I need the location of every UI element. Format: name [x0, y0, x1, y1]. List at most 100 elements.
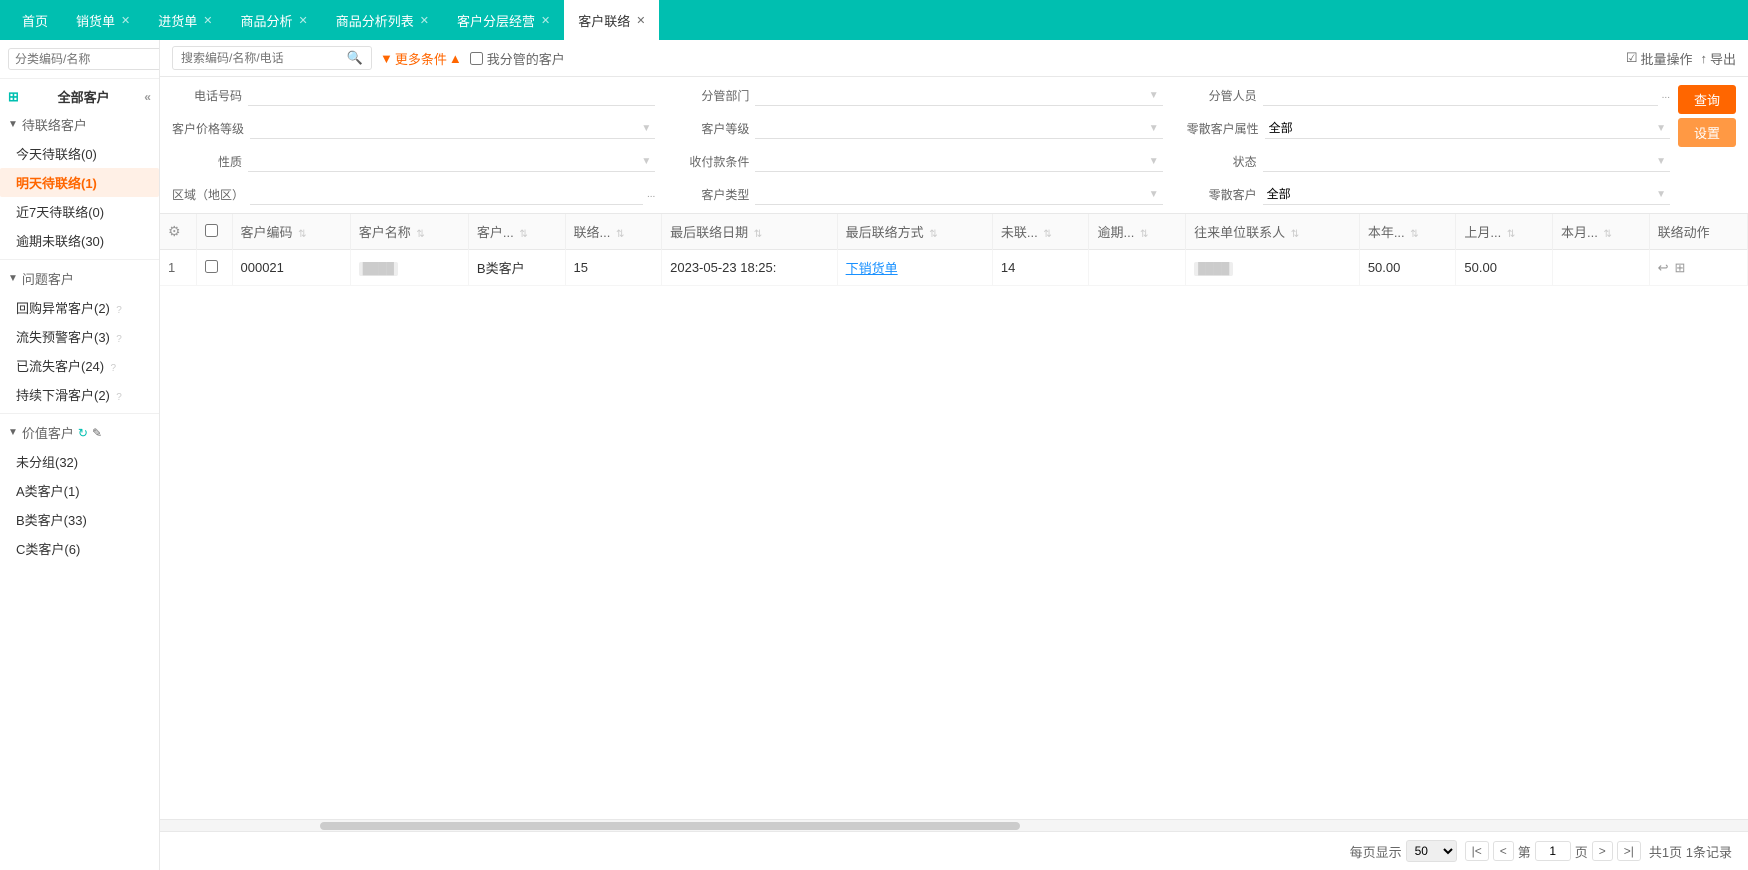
- action-icon-1[interactable]: ↩: [1658, 260, 1669, 276]
- nav-customer-contact[interactable]: 客户联络 ✕: [564, 0, 659, 40]
- pending-contact-group[interactable]: ▼ 待联络客户: [0, 110, 159, 139]
- sort-icon-last-month[interactable]: ⇅: [1507, 229, 1515, 240]
- last-page-btn[interactable]: >|: [1617, 841, 1641, 861]
- row-num: 1: [160, 250, 196, 286]
- sidebar-item-b-class[interactable]: B类客户(33): [0, 505, 159, 534]
- sort-icon-this-month[interactable]: ⇅: [1604, 229, 1612, 240]
- page-input[interactable]: [1535, 841, 1571, 861]
- sort-icon-overdue[interactable]: ⇅: [1140, 229, 1148, 240]
- export-btn[interactable]: ↑ 导出: [1700, 49, 1736, 68]
- nav-product-analysis[interactable]: 商品分析 ✕: [226, 0, 321, 40]
- sidebar-item-c-class[interactable]: C类客户(6): [0, 534, 159, 563]
- row-checkbox-cell: [196, 250, 232, 286]
- batch-ops-btn[interactable]: ☑ 批量操作: [1626, 49, 1693, 68]
- sidebar-item-declining[interactable]: 持续下滑客户(2) ?: [0, 380, 159, 409]
- my-customers-checkbox[interactable]: [470, 52, 483, 65]
- row-last-contact-date: 2023-05-23 18:25:: [662, 250, 838, 286]
- table-row: 1 000021 ████ B类客户 15 2023-05-23 18:25:: [160, 250, 1748, 286]
- main-search-input[interactable]: [181, 51, 343, 65]
- col-no-contact-days: 未联... ⇅: [992, 214, 1089, 250]
- sort-icon-last-method[interactable]: ⇅: [929, 229, 937, 240]
- set-button[interactable]: 设置: [1678, 118, 1736, 147]
- sort-icon-year[interactable]: ⇅: [1410, 229, 1418, 240]
- pagination-bar: 每页显示 50 10 20 100 |< < 第 页 > >|: [160, 831, 1748, 870]
- sidebar-item-overdue[interactable]: 逾期未联络(30): [0, 226, 159, 255]
- region-more-icon[interactable]: ...: [647, 189, 655, 200]
- close-product-analysis-list-icon[interactable]: ✕: [420, 14, 429, 27]
- sidebar-item-7days[interactable]: 近7天待联络(0): [0, 197, 159, 226]
- sidebar-search-input[interactable]: [8, 48, 160, 70]
- sort-icon-last-date[interactable]: ⇅: [754, 229, 762, 240]
- customer-grade-select[interactable]: [755, 118, 1162, 138]
- grid-icon: ⊞: [8, 89, 19, 105]
- payment-select[interactable]: [755, 151, 1162, 171]
- close-sales-order-icon[interactable]: ✕: [121, 14, 130, 27]
- column-settings-icon[interactable]: ⚙: [168, 223, 181, 239]
- retail-attr-select-wrap: 全部 ▼: [1265, 118, 1670, 139]
- col-actions: 联络动作: [1649, 214, 1747, 250]
- row-name: ████: [350, 250, 468, 286]
- sort-icon-code[interactable]: ⇅: [298, 229, 306, 240]
- sidebar-item-churn-warning[interactable]: 流失预警客户(3) ?: [0, 322, 159, 351]
- row-year-amount: 50.00: [1359, 250, 1456, 286]
- sidebar-item-today[interactable]: 今天待联络(0): [0, 139, 159, 168]
- action-icon-2[interactable]: ⊞: [1675, 260, 1686, 276]
- customer-type-select[interactable]: [755, 184, 1162, 204]
- close-customer-contact-icon[interactable]: ✕: [636, 14, 645, 27]
- retail-attr-select[interactable]: 全部: [1265, 118, 1670, 138]
- filter-icon: ▼: [380, 51, 393, 66]
- close-purchase-order-icon[interactable]: ✕: [203, 14, 212, 27]
- sidebar-item-churned[interactable]: 已流失客户(24) ?: [0, 351, 159, 380]
- customer-type-select-wrap: ▼: [755, 184, 1162, 205]
- sidebar-item-tomorrow[interactable]: 明天待联络(1): [0, 168, 159, 197]
- col-contact-count: 联络... ⇅: [565, 214, 662, 250]
- page-size-select[interactable]: 50 10 20 100: [1406, 840, 1457, 862]
- row-checkbox[interactable]: [205, 260, 218, 273]
- row-type: B类客户: [468, 250, 565, 286]
- phone-input[interactable]: [248, 85, 655, 106]
- last-contact-method-link[interactable]: 下销货单: [846, 261, 898, 276]
- dept-select[interactable]: [755, 85, 1162, 105]
- table-wrap: ⚙ 客户编码 ⇅ 客户名称 ⇅: [160, 214, 1748, 819]
- row-last-month: 50.00: [1456, 250, 1553, 286]
- collapse-sidebar-btn[interactable]: «: [144, 90, 151, 104]
- nav-sales-order[interactable]: 销货单 ✕: [62, 0, 144, 40]
- retail-customer-select[interactable]: 全部: [1263, 184, 1670, 204]
- region-input[interactable]: [250, 184, 643, 205]
- value-customers-group[interactable]: ▼ 价值客户 ↻ ✎: [0, 418, 159, 447]
- problem-customers-group[interactable]: ▼ 问题客户: [0, 264, 159, 293]
- sort-icon-unit-contact[interactable]: ⇅: [1291, 229, 1299, 240]
- person-input[interactable]: [1263, 85, 1658, 106]
- page-unit: 页: [1575, 842, 1588, 861]
- select-all-checkbox[interactable]: [205, 224, 218, 237]
- person-more-icon[interactable]: ...: [1662, 90, 1670, 101]
- refresh-icon[interactable]: ↻: [78, 426, 88, 440]
- action-buttons: 查询 设置: [1678, 85, 1736, 147]
- nav-purchase-order[interactable]: 进货单 ✕: [144, 0, 226, 40]
- sort-icon-name[interactable]: ⇅: [416, 229, 424, 240]
- sort-icon-type[interactable]: ⇅: [519, 229, 527, 240]
- prev-page-btn[interactable]: <: [1493, 841, 1514, 861]
- sort-icon-contact[interactable]: ⇅: [616, 229, 624, 240]
- query-button[interactable]: 查询: [1678, 85, 1736, 114]
- sidebar-item-a-class[interactable]: A类客户(1): [0, 476, 159, 505]
- main-search-icon[interactable]: 🔍: [347, 50, 363, 66]
- edit-icon[interactable]: ✎: [92, 426, 102, 440]
- close-product-analysis-icon[interactable]: ✕: [299, 14, 308, 27]
- arrow-icon: ▼: [8, 119, 18, 130]
- nav-home[interactable]: 首页: [8, 0, 62, 40]
- sidebar-item-repurchase-abnormal[interactable]: 回购异常客户(2) ?: [0, 293, 159, 322]
- next-page-btn[interactable]: >: [1592, 841, 1613, 861]
- status-select[interactable]: [1263, 151, 1670, 171]
- scrollbar-thumb[interactable]: [320, 822, 1020, 830]
- gender-select[interactable]: [248, 151, 655, 171]
- horizontal-scrollbar[interactable]: [160, 819, 1748, 831]
- value-grade-select[interactable]: [250, 118, 655, 138]
- first-page-btn[interactable]: |<: [1465, 841, 1489, 861]
- close-customer-tier-icon[interactable]: ✕: [541, 14, 550, 27]
- nav-customer-tier[interactable]: 客户分层经营 ✕: [443, 0, 564, 40]
- more-conditions-btn[interactable]: ▼ 更多条件 ▲: [380, 49, 462, 68]
- nav-product-analysis-list[interactable]: 商品分析列表 ✕: [322, 0, 443, 40]
- sidebar-item-ungrouped[interactable]: 未分组(32): [0, 447, 159, 476]
- sort-icon-no-contact[interactable]: ⇅: [1043, 229, 1051, 240]
